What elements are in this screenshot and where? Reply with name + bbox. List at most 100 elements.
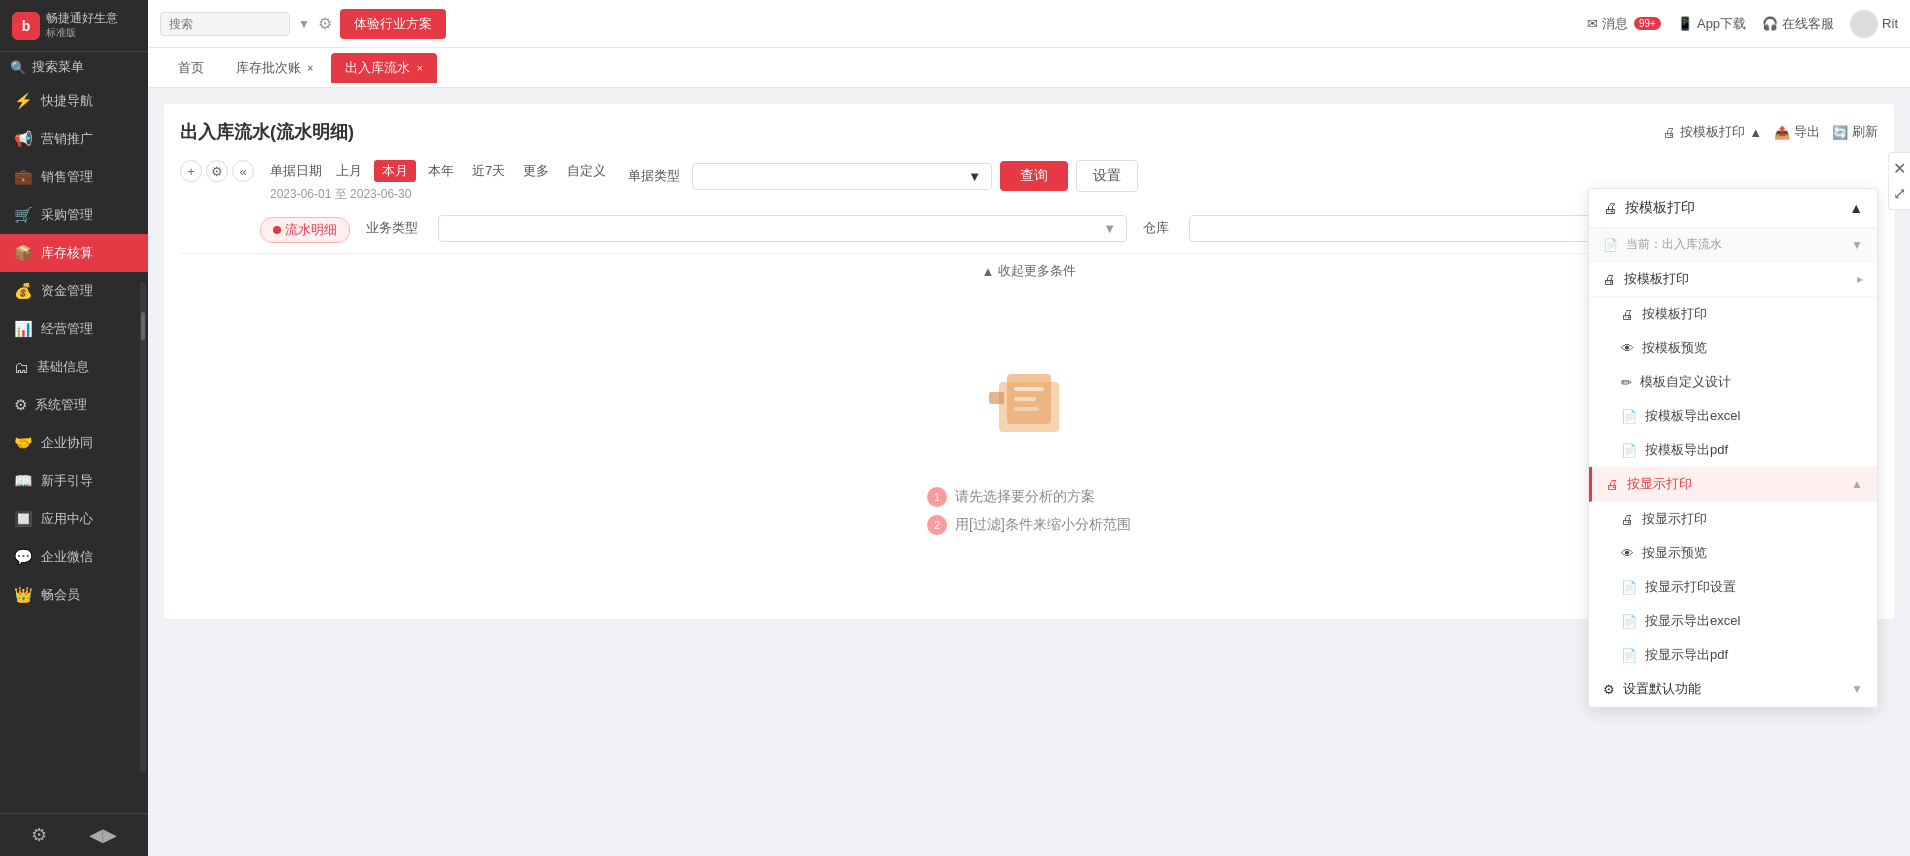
dropdown-item-template-preview[interactable]: 👁 按模板预览 bbox=[1589, 331, 1877, 365]
date-option-7days[interactable]: 近7天 bbox=[466, 160, 511, 182]
tab-batch-close[interactable]: × bbox=[307, 62, 313, 74]
dropdown-header[interactable]: 🖨 按模板打印 ▲ bbox=[1589, 189, 1877, 228]
dropdown-item-template-custom[interactable]: ✏ 模板自定义设计 bbox=[1589, 365, 1877, 399]
page-title-row: 出入库流水(流水明细) 🖨 按模板打印 ▲ 📤 导出 🔄 bbox=[180, 120, 1878, 144]
date-options: 上月 本月 本年 近7天 更多 自定义 bbox=[330, 160, 612, 182]
dropdown-item-display-preview[interactable]: 👁 按显示预览 bbox=[1589, 536, 1877, 570]
display-pdf-icon: 📄 bbox=[1621, 648, 1637, 663]
type-select[interactable]: ▼ bbox=[692, 163, 992, 190]
header-right: ✉ 消息 99+ 📱 App下载 🎧 在线客服 Rit bbox=[1587, 10, 1898, 38]
date-option-this-year[interactable]: 本年 bbox=[422, 160, 460, 182]
template-pdf-label: 按模板导出pdf bbox=[1645, 441, 1728, 459]
refresh-btn[interactable]: 🔄 刷新 bbox=[1832, 123, 1878, 141]
active-tag[interactable]: 流水明细 bbox=[260, 217, 350, 243]
display-print-icon: 🖨 bbox=[1621, 512, 1634, 527]
collapse-filter-btn[interactable]: « bbox=[232, 160, 254, 182]
template-print-section-title[interactable]: 🖨 按模板打印 ▸ bbox=[1589, 262, 1877, 297]
sidebar-item-operations[interactable]: 📊 经营管理 bbox=[0, 310, 148, 348]
sidebar-item-purchase[interactable]: 🛒 采购管理 bbox=[0, 196, 148, 234]
sidebar-item-sales[interactable]: 💼 销售管理 bbox=[0, 158, 148, 196]
refresh-icon: 🔄 bbox=[1832, 125, 1848, 140]
sidebar-item-collab[interactable]: 🤝 企业协同 bbox=[0, 424, 148, 462]
sidebar-search[interactable]: 🔍 搜索菜单 bbox=[0, 52, 148, 82]
dropdown-item-display-pdf[interactable]: 📄 按显示导出pdf bbox=[1589, 638, 1877, 672]
sidebar-item-label: 经营管理 bbox=[41, 320, 93, 338]
print-template-btn[interactable]: 🖨 按模板打印 ▲ bbox=[1663, 123, 1762, 141]
query-btn[interactable]: 查询 bbox=[1000, 161, 1068, 191]
warehouse-filter-label: 仓库 bbox=[1143, 219, 1169, 237]
sidebar-logo: b 畅捷通好生意 标准版 bbox=[0, 0, 148, 52]
dropdown-default-section[interactable]: ⚙ 设置默认功能 ▼ bbox=[1589, 672, 1877, 707]
display-print-section-title[interactable]: 🖨 按显示打印 ▲ bbox=[1589, 467, 1877, 502]
dropdown-item-display-print[interactable]: 🖨 按显示打印 bbox=[1589, 502, 1877, 536]
user-avatar-item[interactable]: Rit bbox=[1850, 10, 1898, 38]
collapse-btn[interactable]: ▲ 收起更多条件 bbox=[982, 262, 1077, 280]
dropdown-item-template-print[interactable]: 🖨 按模板打印 bbox=[1589, 297, 1877, 331]
date-option-custom[interactable]: 自定义 bbox=[561, 160, 612, 182]
template-print-section-label: 按模板打印 bbox=[1624, 270, 1689, 288]
date-option-last-month[interactable]: 上月 bbox=[330, 160, 368, 182]
sidebar-item-guide[interactable]: 📖 新手引导 bbox=[0, 462, 148, 500]
search-input[interactable] bbox=[160, 12, 290, 36]
sidebar-item-wechat[interactable]: 💬 企业微信 bbox=[0, 538, 148, 576]
date-range: 2023-06-01 至 2023-06-30 bbox=[270, 186, 612, 203]
dropdown-item-display-print-settings[interactable]: 📄 按显示打印设置 bbox=[1589, 570, 1877, 604]
template-print-section-icon: 🖨 bbox=[1603, 272, 1616, 287]
tab-batch-account[interactable]: 库存批次账 × bbox=[222, 53, 327, 83]
page-content: 出入库流水(流水明细) 🖨 按模板打印 ▲ 📤 导出 🔄 bbox=[148, 88, 1910, 856]
settings-bottom-icon[interactable]: ⚙ bbox=[31, 824, 47, 846]
header-gear-icon[interactable]: ⚙ bbox=[318, 14, 332, 33]
filter-settings-btn[interactable]: ⚙ bbox=[206, 160, 228, 182]
logo-icon: b bbox=[12, 12, 40, 40]
tab-inout-close[interactable]: × bbox=[416, 62, 422, 74]
dropdown-item-template-pdf[interactable]: 📄 按模板导出pdf bbox=[1589, 433, 1877, 467]
empty-steps: 1 请先选择要分析的方案 2 用[过滤]条件来缩小分析范围 bbox=[927, 487, 1131, 543]
sidebar-item-label: 企业协同 bbox=[41, 434, 93, 452]
setting-btn[interactable]: 设置 bbox=[1076, 160, 1138, 192]
sidebar-item-marketing[interactable]: 📢 营销推广 bbox=[0, 120, 148, 158]
print-chevron-icon: ▲ bbox=[1749, 125, 1762, 140]
export-btn[interactable]: 📤 导出 bbox=[1774, 123, 1820, 141]
dropdown-item-template-excel[interactable]: 📄 按模板导出excel bbox=[1589, 399, 1877, 433]
main-area: ▼ ⚙ 体验行业方案 ✉ 消息 99+ 📱 App下载 🎧 在线客服 bbox=[148, 0, 1910, 856]
display-settings-label: 按显示打印设置 bbox=[1645, 578, 1736, 596]
inventory-icon: 📦 bbox=[14, 244, 33, 262]
tab-batch-label: 库存批次账 bbox=[236, 59, 301, 77]
sidebar-item-member[interactable]: 👑 畅会员 bbox=[0, 576, 148, 614]
collapse-icon[interactable]: ◀▶ bbox=[89, 824, 117, 846]
dropdown-panel: 🖨 按模板打印 ▲ 📄 当前：出入库流水 ▼ 🖨 按模板打印 ▸ bbox=[1588, 188, 1878, 708]
app-download-item[interactable]: 📱 App下载 bbox=[1677, 15, 1746, 33]
message-item[interactable]: ✉ 消息 99+ bbox=[1587, 15, 1661, 33]
sidebar-item-basic[interactable]: 🗂 基础信息 bbox=[0, 348, 148, 386]
step-num-1: 1 bbox=[927, 487, 947, 507]
panel-close-icon[interactable]: ✕ bbox=[1893, 159, 1906, 178]
dropdown-arrow-icon[interactable]: ▼ bbox=[298, 17, 310, 31]
sidebar-item-system[interactable]: ⚙ 系统管理 bbox=[0, 386, 148, 424]
add-filter-btn[interactable]: + bbox=[180, 160, 202, 182]
tabs-bar: 首页 库存批次账 × 出入库流水 × bbox=[148, 48, 1910, 88]
tab-inout-flow[interactable]: 出入库流水 × bbox=[331, 53, 436, 83]
trial-btn[interactable]: 体验行业方案 bbox=[340, 9, 446, 39]
message-icon: ✉ bbox=[1587, 16, 1598, 31]
biz-type-select[interactable]: ▼ bbox=[438, 215, 1127, 242]
dropdown-item-display-excel[interactable]: 📄 按显示导出excel bbox=[1589, 604, 1877, 638]
search-icon: 🔍 bbox=[10, 60, 26, 75]
operations-icon: 📊 bbox=[14, 320, 33, 338]
sidebar-item-finance[interactable]: 💰 资金管理 bbox=[0, 272, 148, 310]
page-title: 出入库流水(流水明细) bbox=[180, 120, 354, 144]
date-option-this-month[interactable]: 本月 bbox=[374, 160, 416, 182]
template-section-arrow: ▸ bbox=[1857, 272, 1863, 286]
sidebar-item-inventory[interactable]: 📦 库存核算 bbox=[0, 234, 148, 272]
online-service-item[interactable]: 🎧 在线客服 bbox=[1762, 15, 1834, 33]
sidebar-item-appstore[interactable]: 🔲 应用中心 bbox=[0, 500, 148, 538]
template-preview-icon: 👁 bbox=[1621, 341, 1634, 356]
date-option-more[interactable]: 更多 bbox=[517, 160, 555, 182]
dropdown-print-icon: 🖨 bbox=[1603, 200, 1617, 216]
tab-home[interactable]: 首页 bbox=[164, 53, 218, 83]
sidebar-item-label: 新手引导 bbox=[41, 472, 93, 490]
panel-expand-icon[interactable]: ⤢ bbox=[1893, 184, 1906, 203]
dropdown-current-template[interactable]: 📄 当前：出入库流水 ▼ bbox=[1589, 228, 1877, 262]
sidebar-item-quick-nav[interactable]: ⚡ 快捷导航 bbox=[0, 82, 148, 120]
tab-inout-label: 出入库流水 bbox=[345, 59, 410, 77]
search-label: 搜索菜单 bbox=[32, 58, 84, 76]
